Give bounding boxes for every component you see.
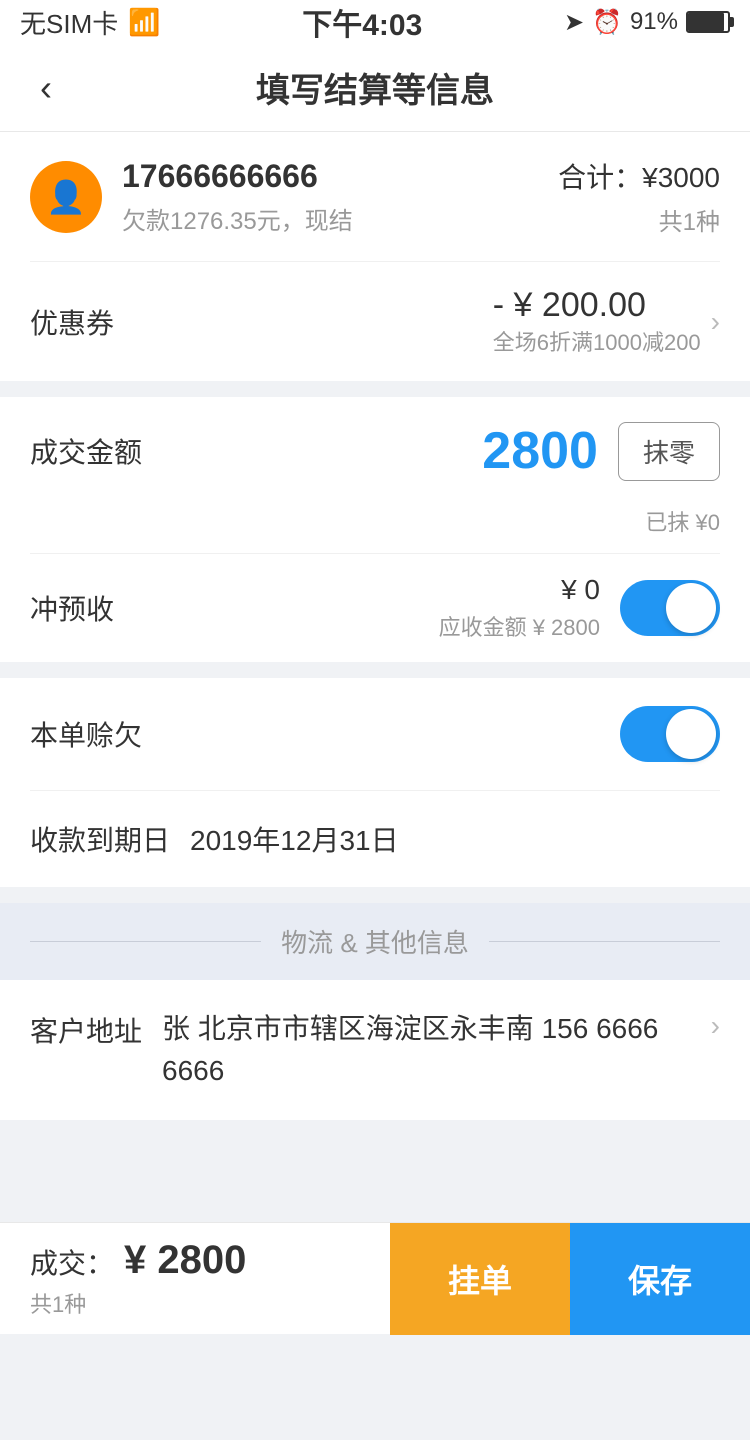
bottom-deal: 成交： ¥ 2800 [30,1238,360,1283]
total-amount: 合计：¥3000 [558,156,720,196]
total-count: 共1种 [558,202,720,237]
avatar: 👤 [30,161,102,233]
wifi-icon: 📶 [128,7,160,38]
status-bar: 无SIM卡 📶 下午4:03 ➤ ⏰ 91% [0,0,750,44]
header-line-left [30,941,261,942]
writeoff-toggle[interactable] [620,706,720,762]
deal-amount-row: 成交金额 2800 抹零 [0,397,750,505]
coupon-row[interactable]: 优惠券 - ¥ 200.00 全场6折满1000减200 › [0,262,750,381]
coupon-chevron-icon: › [711,306,720,338]
prepay-right: ¥ 0 应收金额 ¥ 2800 [439,574,720,642]
coupon-amount: - ¥ 200.00 [493,286,701,325]
deal-amount-right: 2800 抹零 [482,421,720,481]
writeoff-row: 本单赊欠 [0,678,750,790]
bottom-deal-amount: ¥ 2800 [124,1238,246,1283]
alarm-icon: ⏰ [592,8,622,37]
status-right: ➤ ⏰ 91% [564,8,730,37]
round-zero-button[interactable]: 抹零 [618,422,720,481]
prepay-toggle[interactable] [620,580,720,636]
address-label: 客户地址 [30,1008,142,1050]
deal-amount-value: 2800 [482,421,598,481]
status-time: 下午4:03 [302,0,422,44]
prepay-label: 冲预收 [30,588,114,628]
customer-phone: 17666666666 [122,158,353,195]
bottom-deal-count: 共1种 [30,1287,360,1319]
writeoff-toggle-knob [666,709,716,759]
status-left: 无SIM卡 📶 [20,4,161,41]
bottom-deal-label: 成交： [30,1242,114,1282]
prepay-amount-col: ¥ 0 应收金额 ¥ 2800 [439,574,600,642]
customer-row: 👤 17666666666 欠款1276.35元，现结 合计：¥3000 共1种 [0,132,750,261]
customer-left: 👤 17666666666 欠款1276.35元，现结 [30,158,353,236]
coupon-desc: 全场6折满1000减200 [493,325,701,357]
writeoff-card: 本单赊欠 收款到期日 2019年12月31日 [0,678,750,887]
customer-sub: 欠款1276.35元，现结 [122,201,353,236]
coupon-label: 优惠券 [30,302,114,342]
coupon-right: - ¥ 200.00 全场6折满1000减200 › [493,286,720,357]
deal-amount-card: 成交金额 2800 抹零 已抹 ¥0 冲预收 ¥ 0 应收金额 ¥ 2800 [0,397,750,662]
duedate-label: 收款到期日 [30,819,170,859]
header-line-right [489,941,720,942]
page-title: 填写结算等信息 [256,63,494,112]
duedate-value: 2019年12月31日 [190,819,399,859]
prepay-sub: 应收金额 ¥ 2800 [439,610,600,642]
duedate-row: 收款到期日 2019年12月31日 [0,791,750,887]
address-row[interactable]: 客户地址 张 北京市市辖区海淀区永丰南 156 6666 6666 › [0,980,750,1120]
battery-icon [686,11,730,33]
bottom-bar: 成交： ¥ 2800 共1种 挂单 保存 [0,1222,750,1334]
customer-info: 17666666666 欠款1276.35元，现结 [122,158,353,236]
prepay-amount: ¥ 0 [439,574,600,606]
save-button[interactable]: 保存 [570,1223,750,1335]
customer-card: 👤 17666666666 欠款1276.35元，现结 合计：¥3000 共1种… [0,132,750,381]
no-sim-text: 无SIM卡 [20,4,118,41]
deal-sub-text: 已抹 ¥0 [0,505,750,553]
customer-right: 合计：¥3000 共1种 [558,156,720,237]
back-button[interactable]: ‹ [30,57,62,119]
writeoff-label: 本单赊欠 [30,714,142,754]
logistics-section-header: 物流 & 其他信息 [0,903,750,980]
address-chevron-icon: › [711,1008,720,1042]
logistics-header-text: 物流 & 其他信息 [281,923,469,960]
bottom-info: 成交： ¥ 2800 共1种 [0,1238,390,1319]
prepay-row: 冲预收 ¥ 0 应收金额 ¥ 2800 [0,554,750,662]
deal-amount-label: 成交金额 [30,431,142,471]
battery-text: 91% [630,8,678,36]
prepay-toggle-knob [666,583,716,633]
address-value: 张 北京市市辖区海淀区永丰南 156 6666 6666 [162,1008,691,1092]
avatar-icon: 👤 [46,178,86,216]
hold-order-button[interactable]: 挂单 [390,1223,570,1335]
nav-bar: ‹ 填写结算等信息 [0,44,750,132]
location-icon: ➤ [564,8,584,37]
